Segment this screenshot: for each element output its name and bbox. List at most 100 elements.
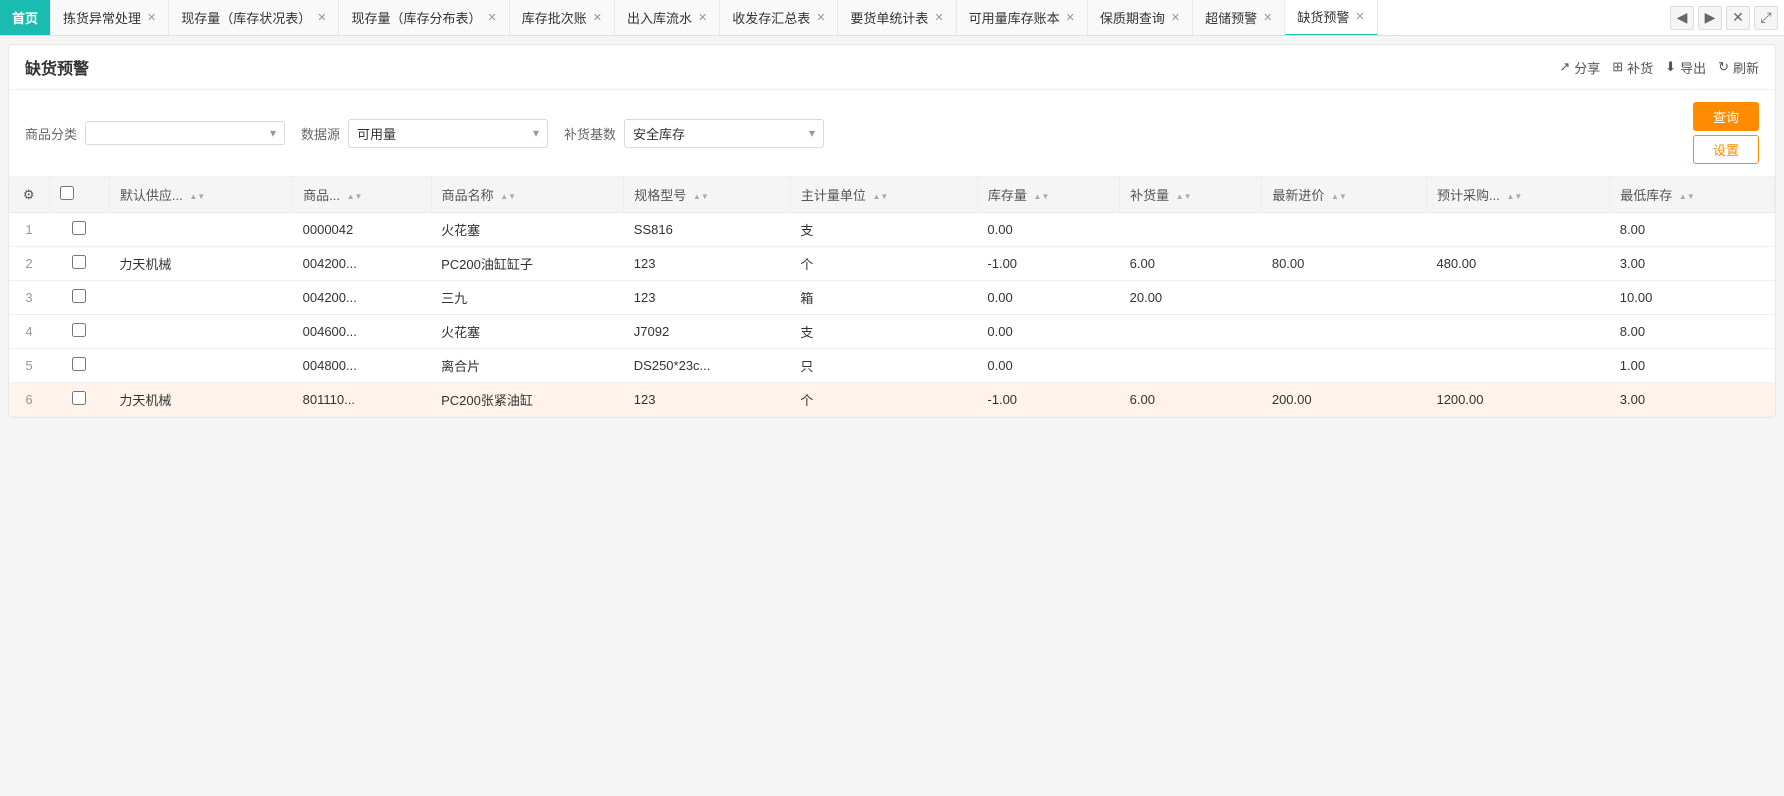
settings-button[interactable]: 设置: [1693, 135, 1759, 164]
row-product-name-4: 火花塞: [431, 315, 624, 349]
close-shortage-tab[interactable]: ✕: [1355, 10, 1364, 23]
row-latest-price-5: [1262, 349, 1427, 383]
row-min-stock-4: 8.00: [1610, 315, 1775, 349]
nav-tab-overstock[interactable]: 超储预警 ✕: [1193, 0, 1285, 36]
row-est-purchase-4: [1426, 315, 1609, 349]
th-replenish[interactable]: 补货量 ▲▼: [1120, 177, 1262, 213]
latest-price-sort-icon: ▲▼: [1331, 193, 1347, 201]
nav-tab-receipt[interactable]: 收发存汇总表 ✕: [720, 0, 838, 36]
table-row: 5 004800... 离合片 DS250*23c... 只 0.00 1.00: [9, 349, 1775, 383]
nav-tab-stock-dist[interactable]: 现存量（库存分布表） ✕: [339, 0, 509, 36]
row-checkbox-5[interactable]: [72, 357, 86, 371]
row-num-6: 6: [9, 383, 49, 417]
top-navigation: 首页 拣货异常处理 ✕ 现存量（库存状况表） ✕ 现存量（库存分布表） ✕ 库存…: [0, 0, 1784, 36]
replenish-button[interactable]: ⊞ 补货: [1612, 58, 1653, 77]
datasource-value: 可用量: [357, 124, 396, 143]
replenish-sort-icon: ▲▼: [1176, 193, 1192, 201]
row-spec-2: 123: [624, 247, 791, 281]
nav-fullscreen[interactable]: ⤢: [1754, 6, 1778, 30]
row-unit-4: 支: [790, 315, 977, 349]
row-stock-1: 0.00: [977, 213, 1119, 247]
table-row: 2 力天机械 004200... PC200油缸缸子 123 个 -1.00 6…: [9, 247, 1775, 281]
row-checkbox-6[interactable]: [72, 391, 86, 405]
unit-sort-icon: ▲▼: [873, 193, 889, 201]
data-table: ⚙ 默认供应... ▲▼ 商品... ▲▼ 商品名称: [9, 177, 1775, 417]
th-unit[interactable]: 主计量单位 ▲▼: [790, 177, 977, 213]
row-checkbox-cell-3: [49, 281, 109, 315]
nav-tab-expiry[interactable]: 保质期查询 ✕: [1088, 0, 1193, 36]
nav-tab-order-stat[interactable]: 要货单统计表 ✕: [838, 0, 956, 36]
query-button[interactable]: 查询: [1693, 102, 1759, 131]
row-replenish-2: 6.00: [1120, 247, 1262, 281]
nav-tab-batch[interactable]: 库存批次账 ✕: [510, 0, 615, 36]
th-stock[interactable]: 库存量 ▲▼: [977, 177, 1119, 213]
nav-close-all[interactable]: ✕: [1726, 6, 1750, 30]
close-available-tab[interactable]: ✕: [1066, 11, 1075, 24]
close-stock-dist-tab[interactable]: ✕: [488, 11, 497, 24]
nav-tab-available[interactable]: 可用量库存账本 ✕: [957, 0, 1088, 36]
nav-tab-unusual[interactable]: 拣货异常处理 ✕: [51, 0, 169, 36]
replenish-basis-chevron-icon: ▾: [809, 126, 815, 140]
row-replenish-5: [1120, 349, 1262, 383]
th-gear[interactable]: ⚙: [9, 177, 49, 213]
nav-scroll-left[interactable]: ◀: [1670, 6, 1694, 30]
close-inout-tab[interactable]: ✕: [698, 11, 707, 24]
th-est-purchase[interactable]: 预计采购... ▲▼: [1426, 177, 1609, 213]
row-supplier-6: 力天机械: [109, 383, 292, 417]
close-overstock-tab[interactable]: ✕: [1263, 11, 1272, 24]
close-unusual-tab[interactable]: ✕: [147, 11, 156, 24]
close-stock-status-tab[interactable]: ✕: [317, 11, 326, 24]
row-spec-1: SS816: [624, 213, 791, 247]
row-supplier-5: [109, 349, 292, 383]
row-est-purchase-2: 480.00: [1426, 247, 1609, 281]
row-spec-5: DS250*23c...: [624, 349, 791, 383]
page-header: 缺货预警 ↗ 分享 ⊞ 补货 ⬇ 导出 ↻ 刷新: [9, 45, 1775, 90]
row-replenish-1: [1120, 213, 1262, 247]
datasource-filter-group: 数据源 可用量 ▾: [301, 119, 548, 148]
row-checkbox-2[interactable]: [72, 255, 86, 269]
row-est-purchase-6: 1200.00: [1426, 383, 1609, 417]
share-button[interactable]: ↗ 分享: [1559, 58, 1600, 77]
select-all-checkbox[interactable]: [60, 186, 74, 200]
nav-tab-shortage[interactable]: 缺货预警 ✕: [1285, 0, 1377, 36]
category-select[interactable]: ▾: [85, 121, 285, 145]
row-product-code-6: 801110...: [293, 383, 431, 417]
row-unit-6: 个: [790, 383, 977, 417]
nav-scroll-right[interactable]: ▶: [1698, 6, 1722, 30]
close-order-stat-tab[interactable]: ✕: [934, 11, 943, 24]
row-checkbox-cell-5: [49, 349, 109, 383]
table-header-row: ⚙ 默认供应... ▲▼ 商品... ▲▼ 商品名称: [9, 177, 1775, 213]
datasource-select[interactable]: 可用量 ▾: [348, 119, 548, 148]
row-supplier-2: 力天机械: [109, 247, 292, 281]
row-checkbox-3[interactable]: [72, 289, 86, 303]
export-button[interactable]: ⬇ 导出: [1665, 58, 1706, 77]
nav-tab-stock-status[interactable]: 现存量（库存状况表） ✕: [169, 0, 339, 36]
close-receipt-tab[interactable]: ✕: [816, 11, 825, 24]
row-supplier-3: [109, 281, 292, 315]
nav-tab-inout[interactable]: 出入库流水 ✕: [615, 0, 720, 36]
th-spec[interactable]: 规格型号 ▲▼: [624, 177, 791, 213]
row-checkbox-1[interactable]: [72, 221, 86, 235]
category-label: 商品分类: [25, 124, 77, 143]
refresh-button[interactable]: ↻ 刷新: [1718, 58, 1759, 77]
th-product-code[interactable]: 商品... ▲▼: [293, 177, 431, 213]
row-est-purchase-5: [1426, 349, 1609, 383]
row-spec-6: 123: [624, 383, 791, 417]
th-product-name[interactable]: 商品名称 ▲▼: [431, 177, 624, 213]
row-product-code-1: 0000042: [293, 213, 431, 247]
gear-icon[interactable]: ⚙: [23, 187, 35, 202]
datasource-label: 数据源: [301, 124, 340, 143]
table-row: 1 0000042 火花塞 SS816 支 0.00 8.00: [9, 213, 1775, 247]
row-checkbox-cell-1: [49, 213, 109, 247]
nav-tab-home[interactable]: 首页: [0, 0, 51, 36]
th-latest-price[interactable]: 最新进价 ▲▼: [1262, 177, 1427, 213]
th-supplier[interactable]: 默认供应... ▲▼: [109, 177, 292, 213]
row-checkbox-4[interactable]: [72, 323, 86, 337]
row-stock-2: -1.00: [977, 247, 1119, 281]
row-unit-3: 箱: [790, 281, 977, 315]
th-min-stock[interactable]: 最低库存 ▲▼: [1610, 177, 1775, 213]
close-expiry-tab[interactable]: ✕: [1171, 11, 1180, 24]
row-product-name-2: PC200油缸缸子: [431, 247, 624, 281]
close-batch-tab[interactable]: ✕: [593, 11, 602, 24]
replenish-basis-select[interactable]: 安全库存 ▾: [624, 119, 824, 148]
